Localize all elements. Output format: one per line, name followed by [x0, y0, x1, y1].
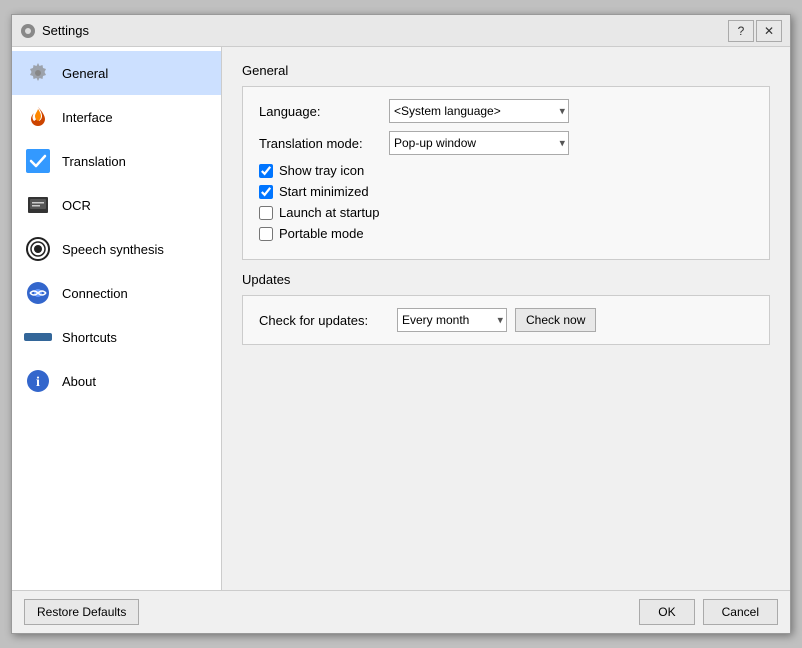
bottom-right-buttons: OK Cancel — [639, 599, 778, 625]
language-select-wrapper: <System language> English German French … — [389, 99, 569, 123]
sidebar-item-shortcuts[interactable]: Shortcuts — [12, 315, 221, 359]
language-label: Language: — [259, 104, 389, 119]
sidebar-item-general-label: General — [62, 66, 108, 81]
launch-at-startup-label[interactable]: Launch at startup — [279, 205, 379, 220]
gear-icon — [24, 59, 52, 87]
sidebar-item-speech-synthesis[interactable]: Speech synthesis — [12, 227, 221, 271]
svg-text:i: i — [36, 375, 40, 390]
shortcuts-icon — [24, 323, 52, 351]
window-body: General Interface — [12, 47, 790, 590]
start-minimized-row: Start minimized — [259, 184, 753, 199]
sidebar-item-shortcuts-label: Shortcuts — [62, 330, 117, 345]
sidebar-item-interface-label: Interface — [62, 110, 113, 125]
sidebar-item-general[interactable]: General — [12, 51, 221, 95]
ocr-icon — [24, 191, 52, 219]
app-icon — [20, 23, 36, 39]
translation-mode-select-wrapper: Pop-up window Inline External window — [389, 131, 569, 155]
sidebar-item-connection-label: Connection — [62, 286, 128, 301]
sidebar-item-ocr[interactable]: OCR — [12, 183, 221, 227]
start-minimized-label[interactable]: Start minimized — [279, 184, 369, 199]
bottom-bar: Restore Defaults OK Cancel — [12, 590, 790, 633]
sidebar-item-about[interactable]: i About — [12, 359, 221, 403]
check-for-updates-label: Check for updates: — [259, 313, 389, 328]
show-tray-icon-label[interactable]: Show tray icon — [279, 163, 364, 178]
general-section-box: Language: <System language> English Germ… — [242, 86, 770, 260]
general-section-title: General — [242, 63, 770, 78]
show-tray-icon-checkbox[interactable] — [259, 164, 273, 178]
close-button[interactable]: ✕ — [756, 20, 782, 42]
sidebar-item-ocr-label: OCR — [62, 198, 91, 213]
show-tray-icon-row: Show tray icon — [259, 163, 753, 178]
window-title: Settings — [42, 23, 728, 38]
window-controls: ? ✕ — [728, 20, 782, 42]
cancel-button[interactable]: Cancel — [703, 599, 778, 625]
sidebar-list: General Interface — [12, 47, 221, 590]
sidebar-item-speech-label: Speech synthesis — [62, 242, 164, 257]
sidebar-item-translation-label: Translation — [62, 154, 126, 169]
about-icon: i — [24, 367, 52, 395]
language-select[interactable]: <System language> English German French … — [389, 99, 569, 123]
main-content: General Language: <System language> Engl… — [222, 47, 790, 590]
portable-mode-row: Portable mode — [259, 226, 753, 241]
start-minimized-checkbox[interactable] — [259, 185, 273, 199]
settings-window: Settings ? ✕ General — [11, 14, 791, 634]
translation-mode-row: Translation mode: Pop-up window Inline E… — [259, 131, 753, 155]
ok-button[interactable]: OK — [639, 599, 694, 625]
language-row: Language: <System language> English Germ… — [259, 99, 753, 123]
check-now-button[interactable]: Check now — [515, 308, 596, 332]
check-for-updates-row: Check for updates: Never Every day Every… — [259, 308, 753, 332]
sidebar-item-translation[interactable]: Translation — [12, 139, 221, 183]
restore-defaults-button[interactable]: Restore Defaults — [24, 599, 139, 625]
translation-mode-label: Translation mode: — [259, 136, 389, 151]
check-interval-select-wrapper: Never Every day Every week Every month — [397, 308, 507, 332]
sidebar-item-about-label: About — [62, 374, 96, 389]
speech-icon — [24, 235, 52, 263]
check-interval-select[interactable]: Never Every day Every week Every month — [397, 308, 507, 332]
portable-mode-label[interactable]: Portable mode — [279, 226, 364, 241]
sidebar-item-interface[interactable]: Interface — [12, 95, 221, 139]
sidebar: General Interface — [12, 47, 222, 590]
connection-icon — [24, 279, 52, 307]
launch-at-startup-checkbox[interactable] — [259, 206, 273, 220]
portable-mode-checkbox[interactable] — [259, 227, 273, 241]
translation-mode-select[interactable]: Pop-up window Inline External window — [389, 131, 569, 155]
sidebar-item-connection[interactable]: Connection — [12, 271, 221, 315]
check-icon — [24, 147, 52, 175]
flame-icon — [24, 103, 52, 131]
launch-at-startup-row: Launch at startup — [259, 205, 753, 220]
updates-section-title: Updates — [242, 272, 770, 287]
title-bar: Settings ? ✕ — [12, 15, 790, 47]
updates-section-box: Check for updates: Never Every day Every… — [242, 295, 770, 345]
help-button[interactable]: ? — [728, 20, 754, 42]
